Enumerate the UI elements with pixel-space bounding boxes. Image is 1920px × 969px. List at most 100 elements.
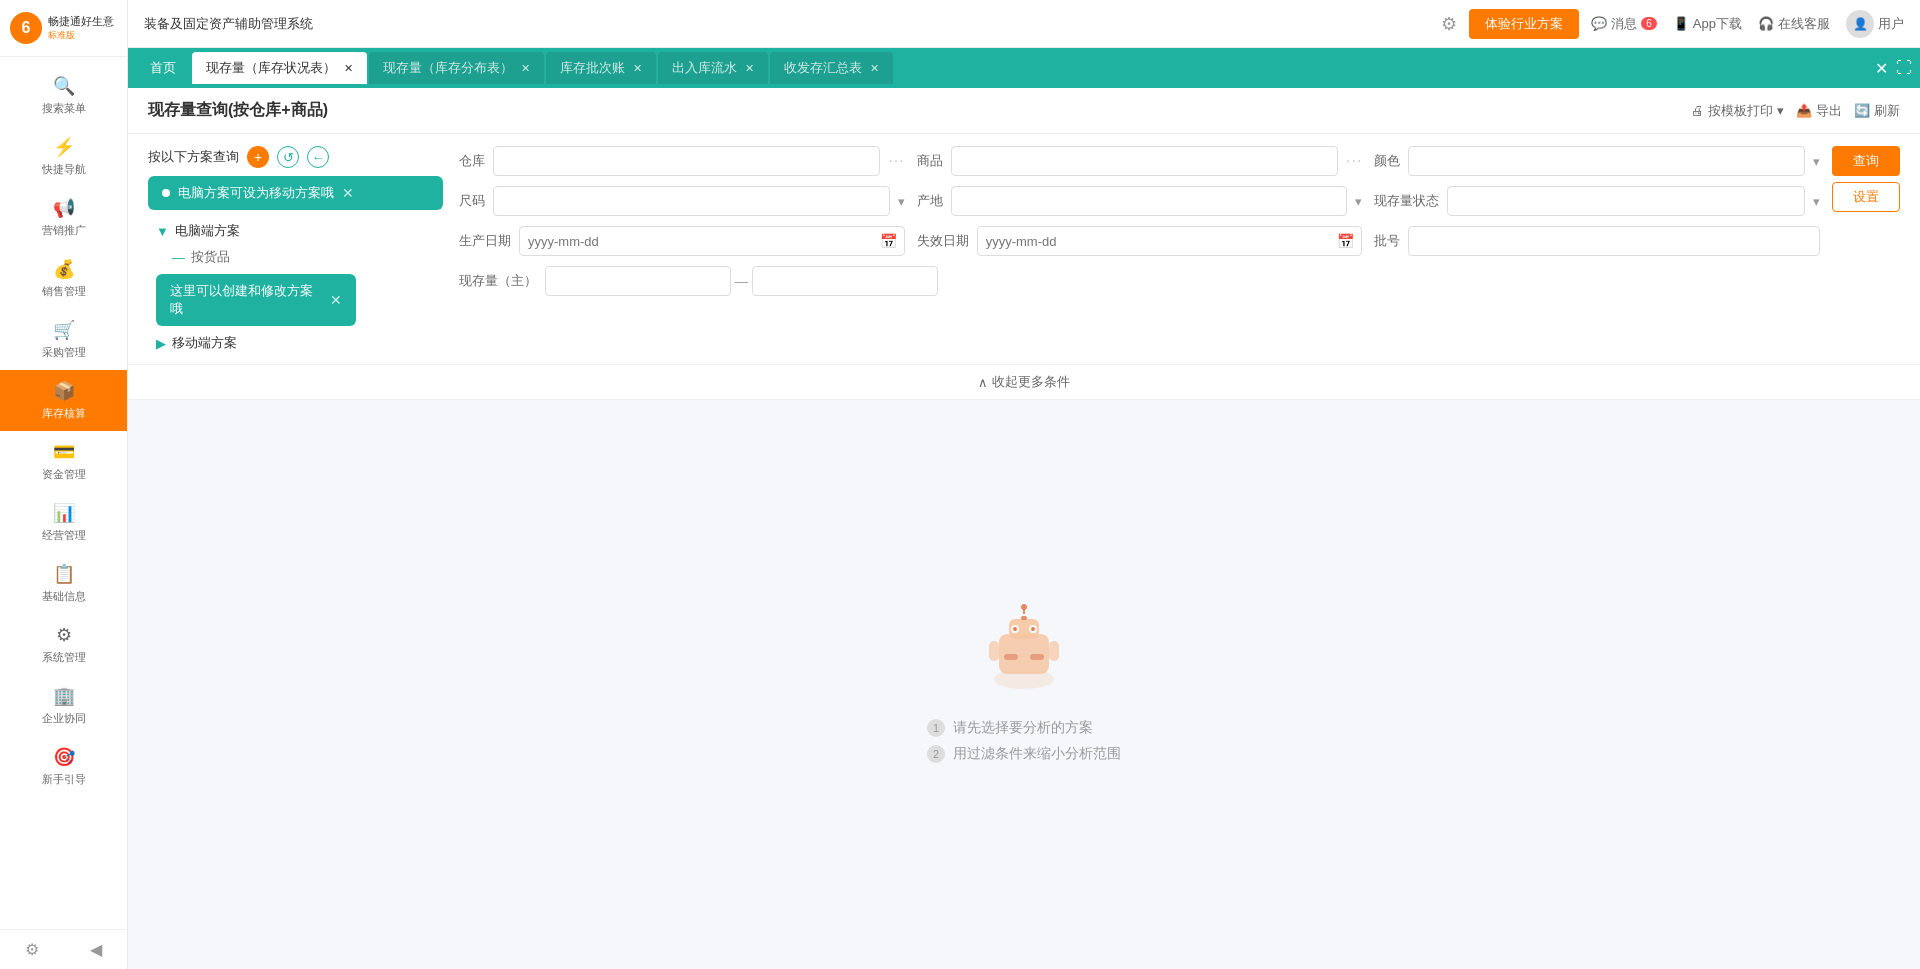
sidebar-item-sales[interactable]: 💰 销售管理 — [0, 248, 127, 309]
inv-status-select[interactable] — [1447, 186, 1805, 216]
empty-tip-1: 1 请先选择要分析的方案 — [927, 719, 1121, 737]
tooltip1-text: 电脑方案可设为移动方案哦 — [178, 184, 334, 202]
app-download-button[interactable]: 📱 App下载 — [1673, 15, 1742, 33]
tab-collect-summary-label: 收发存汇总表 — [784, 59, 862, 77]
basic-icon: 📋 — [53, 563, 75, 585]
prod-date-field: 生产日期 📅 — [459, 226, 905, 256]
user-button[interactable]: 👤 用户 — [1846, 10, 1904, 38]
sidebar-item-enterprise[interactable]: 🏢 企业协同 — [0, 675, 127, 736]
sidebar-item-finance[interactable]: 💳 资金管理 — [0, 431, 127, 492]
inv-amount-range: — — [545, 266, 938, 296]
pc-scheme-node[interactable]: ▼ 电脑端方案 — [148, 218, 443, 244]
filter-refresh-button[interactable]: ↺ — [277, 146, 299, 168]
filter-back-button[interactable]: ← — [307, 146, 329, 168]
online-service-button[interactable]: 🎧 在线客服 — [1758, 15, 1830, 33]
sidebar-item-marketing[interactable]: 📢 营销推广 — [0, 187, 127, 248]
tab-inventory-dist[interactable]: 现存量（库存分布表） ✕ — [369, 52, 544, 84]
prod-date-calendar-icon[interactable]: 📅 — [880, 233, 897, 249]
sidebar-item-purchase[interactable]: 🛒 采购管理 — [0, 309, 127, 370]
collapse-up-icon: ∧ — [978, 375, 988, 390]
tab-inventory-dist-label: 现存量（库存分布表） — [383, 59, 513, 77]
sidebar-item-label: 营销推广 — [42, 223, 86, 238]
pc-scheme-child[interactable]: — 按货品 — [172, 244, 443, 270]
origin-dropdown-icon[interactable]: ▾ — [1355, 194, 1362, 209]
logo-text-block: 畅捷通好生意 标准版 — [48, 14, 114, 42]
tab-inventory-dist-close[interactable]: ✕ — [521, 62, 530, 75]
collapse-button[interactable]: ∧ 收起更多条件 — [978, 373, 1070, 391]
inv-amount-from-input[interactable] — [545, 266, 731, 296]
tab-close-all-button[interactable]: ✕ — [1875, 59, 1888, 78]
size-select[interactable] — [493, 186, 890, 216]
tab-collect-summary[interactable]: 收发存汇总表 ✕ — [770, 52, 893, 84]
tab-inventory-status-label: 现存量（库存状况表） — [206, 59, 336, 77]
system-settings-icon[interactable]: ⚙ — [1441, 13, 1457, 35]
service-label: 在线客服 — [1778, 15, 1830, 33]
sidebar-item-label: 库存核算 — [42, 406, 86, 421]
sidebar-item-search[interactable]: 🔍 搜索菜单 — [0, 65, 127, 126]
refresh-button[interactable]: 🔄 刷新 — [1854, 102, 1900, 120]
sidebar-logo: 6 畅捷通好生意 标准版 — [0, 0, 127, 57]
sidebar-item-label: 采购管理 — [42, 345, 86, 360]
app-icon: 📱 — [1673, 16, 1689, 31]
size-field: 尺码 ▾ — [459, 186, 905, 216]
sidebar-item-quick[interactable]: ⚡ 快捷导航 — [0, 126, 127, 187]
tooltip1-close[interactable]: ✕ — [342, 185, 354, 201]
warehouse-select[interactable] — [493, 146, 880, 176]
settings-icon[interactable]: ⚙ — [25, 940, 39, 959]
message-button[interactable]: 💬 消息 6 — [1591, 15, 1657, 33]
service-icon: 🎧 — [1758, 16, 1774, 31]
batch-no-label: 批号 — [1374, 232, 1400, 250]
tab-inout-flow[interactable]: 出入库流水 ✕ — [658, 52, 768, 84]
reset-button[interactable]: 设置 — [1832, 182, 1900, 212]
tab-collect-summary-close[interactable]: ✕ — [870, 62, 879, 75]
sidebar-item-system[interactable]: ⚙ 系统管理 — [0, 614, 127, 675]
color-select[interactable] — [1408, 146, 1805, 176]
sidebar-item-inventory[interactable]: 📦 库存核算 — [0, 370, 127, 431]
filter-left: 按以下方案查询 + ↺ ← 电脑方案可设为移动方案哦 ✕ — [148, 146, 443, 364]
inv-status-field: 现存量状态 ▾ — [1374, 186, 1820, 216]
prod-date-input[interactable] — [519, 226, 905, 256]
goods-input[interactable] — [951, 146, 1338, 176]
inv-status-label: 现存量状态 — [1374, 192, 1439, 210]
tab-inventory-status[interactable]: 现存量（库存状况表） ✕ — [192, 52, 367, 84]
search-button[interactable]: 查询 — [1832, 146, 1900, 176]
tab-batch-account-close[interactable]: ✕ — [633, 62, 642, 75]
origin-select[interactable] — [951, 186, 1348, 216]
warehouse-label: 仓库 — [459, 152, 485, 170]
sidebar-item-ops[interactable]: 📊 经营管理 — [0, 492, 127, 553]
goods-more-icon[interactable]: ··· — [1346, 152, 1362, 170]
print-button[interactable]: 🖨 按模板打印 ▾ — [1691, 102, 1784, 120]
svg-rect-12 — [989, 641, 999, 661]
inv-status-select-wrapper — [1447, 186, 1805, 216]
size-dropdown-icon[interactable]: ▾ — [898, 194, 905, 209]
inv-status-dropdown-icon[interactable]: ▾ — [1813, 194, 1820, 209]
batch-no-input[interactable] — [1408, 226, 1820, 256]
tab-maximize-button[interactable]: ⛶ — [1896, 59, 1912, 78]
trial-button[interactable]: 体验行业方案 — [1469, 9, 1579, 39]
pc-scheme-child-bullet: — — [172, 250, 185, 265]
collapse-sidebar-icon[interactable]: ◀ — [90, 940, 102, 959]
tooltip2-close[interactable]: ✕ — [330, 292, 342, 308]
warehouse-more-icon[interactable]: ··· — [888, 152, 904, 170]
tab-inventory-status-close[interactable]: ✕ — [344, 62, 353, 75]
mobile-scheme-node[interactable]: ▶ 移动端方案 — [148, 330, 443, 356]
refresh-label: 刷新 — [1874, 102, 1900, 120]
sidebar-item-label: 快捷导航 — [42, 162, 86, 177]
sidebar-item-guide[interactable]: 🎯 新手引导 — [0, 736, 127, 797]
filter-add-button[interactable]: + — [247, 146, 269, 168]
tab-home[interactable]: 首页 — [136, 52, 190, 84]
export-button[interactable]: 📤 导出 — [1796, 102, 1842, 120]
exp-date-input[interactable] — [977, 226, 1363, 256]
inv-amount-to-input[interactable] — [752, 266, 938, 296]
filter-row-1: 仓库 ··· 商品 ··· 颜色 — [459, 146, 1820, 176]
exp-date-calendar-icon[interactable]: 📅 — [1337, 233, 1354, 249]
page-header: 现存量查询(按仓库+商品) 🖨 按模板打印 ▾ 📤 导出 🔄 刷新 — [128, 88, 1920, 134]
tab-inout-flow-close[interactable]: ✕ — [745, 62, 754, 75]
main-area: 装备及固定资产辅助管理系统 ⚙ 体验行业方案 💬 消息 6 📱 App下载 🎧 … — [128, 0, 1920, 969]
sidebar-item-basic[interactable]: 📋 基础信息 — [0, 553, 127, 614]
tab-batch-account[interactable]: 库存批次账 ✕ — [546, 52, 656, 84]
color-dropdown-icon[interactable]: ▾ — [1813, 154, 1820, 169]
tooltip-dot — [162, 189, 170, 197]
logo-badge: 标准版 — [48, 29, 114, 42]
sidebar-item-label: 搜索菜单 — [42, 101, 86, 116]
